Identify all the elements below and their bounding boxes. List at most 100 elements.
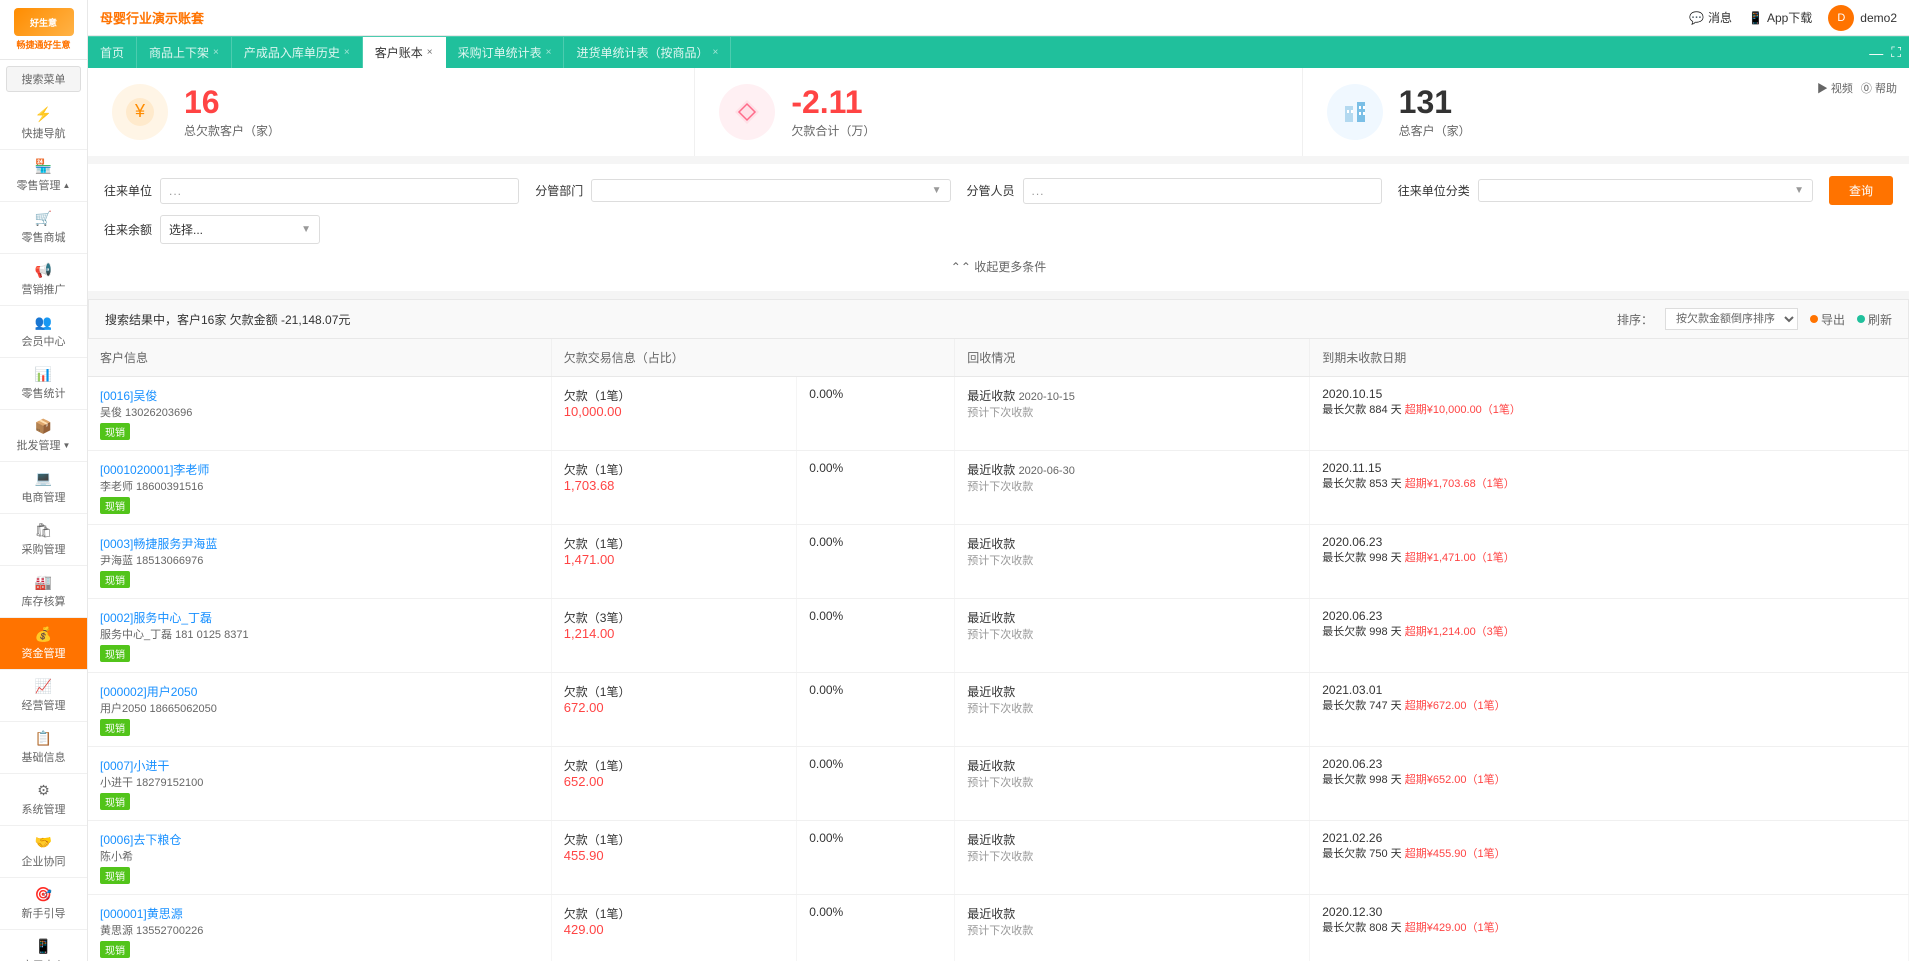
tab-customer-account[interactable]: 客户账本 × xyxy=(363,37,446,69)
customer-id-link[interactable]: [000001]黄思源 xyxy=(100,905,539,922)
overdue-amount-link[interactable]: 超期¥10,000.00（1笔） xyxy=(1405,404,1521,416)
predict-label: 预计下次收款 xyxy=(967,629,1033,641)
table-row: [0007]小进干 小进干 18279152100 现销 欠款（1笔） 652.… xyxy=(88,747,1909,821)
sidebar-item-member[interactable]: 👥 会员中心 xyxy=(0,306,87,358)
sidebar-item-label: 企业协同 xyxy=(4,853,83,869)
overdue-amount-link[interactable]: 超期¥1,471.00（1笔） xyxy=(1405,552,1515,564)
app-download-btn[interactable]: 📱 App下载 xyxy=(1748,9,1812,26)
export-btn[interactable]: 导出 xyxy=(1810,311,1845,328)
customer-id-link[interactable]: [0001020001]李老师 xyxy=(100,461,539,478)
sidebar-item-retail-stat[interactable]: 📊 零售统计 xyxy=(0,358,87,410)
tab-inventory-stat[interactable]: 进货单统计表（按商品） × xyxy=(564,37,731,69)
sort-select[interactable]: 按欠款金额倒序排序 xyxy=(1665,308,1798,330)
collection-cell: 最近收款 预计下次收款 xyxy=(955,525,1310,599)
search-menu-btn[interactable]: 搜索菜单 xyxy=(6,66,81,92)
customer-tag: 现销 xyxy=(100,497,130,514)
filter-collapse-btn[interactable]: ⌃⌃ 收起更多条件 xyxy=(104,254,1893,279)
sidebar-item-marketing[interactable]: 📢 营销推广 xyxy=(0,254,87,306)
overdue-amount-link[interactable]: 超期¥1,214.00（3笔） xyxy=(1405,626,1515,638)
tab-label: 采购订单统计表 xyxy=(458,44,542,61)
tab-close-icon[interactable]: × xyxy=(546,47,552,58)
customer-id-link[interactable]: [000002]用户2050 xyxy=(100,683,539,700)
sidebar-item-finance[interactable]: 💰 资金管理 xyxy=(0,618,87,670)
overdue-amount-link[interactable]: 超期¥429.00（1笔） xyxy=(1405,922,1506,934)
tabs-collapse-btn[interactable]: — xyxy=(1869,45,1883,61)
overdue-days: 最长欠款 853 天 超期¥1,703.68（1笔） xyxy=(1322,475,1896,491)
debt-amount[interactable]: 429.00 xyxy=(564,922,784,937)
basic-info-icon: 📋 xyxy=(4,730,83,747)
overdue-days: 最长欠款 884 天 超期¥10,000.00（1笔） xyxy=(1322,401,1896,417)
debt-percent: 0.00% xyxy=(809,609,843,623)
debt-amount[interactable]: 652.00 xyxy=(564,774,784,789)
sidebar-item-enterprise-collab[interactable]: 🤝 企业协同 xyxy=(0,826,87,878)
sidebar-item-inventory[interactable]: 🏭 库存核算 xyxy=(0,566,87,618)
filter-person-input[interactable]: ... xyxy=(1023,178,1382,204)
predict-label: 预计下次收款 xyxy=(967,851,1033,863)
tab-close-icon[interactable]: × xyxy=(427,47,433,58)
customer-id-link[interactable]: [0003]畅捷服务尹海蓝 xyxy=(100,535,539,552)
customer-tag: 现销 xyxy=(100,423,130,440)
overdue-amount-link[interactable]: 超期¥672.00（1笔） xyxy=(1405,700,1506,712)
due-date: 2020.06.23 xyxy=(1322,757,1896,771)
sidebar-item-batch-mgmt[interactable]: 📦 批发管理 ▼ xyxy=(0,410,87,462)
filter-unit: 往来单位 ... xyxy=(104,178,519,204)
user-menu[interactable]: D demo2 xyxy=(1828,5,1897,31)
collection-cell: 最近收款 2020-10-15 预计下次收款 xyxy=(955,377,1310,451)
tab-product-offline[interactable]: 商品上下架 × xyxy=(137,37,232,69)
predict-label: 预计下次收款 xyxy=(967,703,1033,715)
sidebar-item-newbie[interactable]: 🎯 新手引导 xyxy=(0,878,87,930)
tab-purchase-order[interactable]: 采购订单统计表 × xyxy=(446,37,565,69)
sidebar-item-app-center[interactable]: 📱 应用中心 xyxy=(0,930,87,961)
debt-percent-cell: 0.00% xyxy=(797,895,955,961)
refresh-btn[interactable]: 刷新 xyxy=(1857,311,1892,328)
overdue-amount-link[interactable]: 超期¥652.00（1笔） xyxy=(1405,774,1506,786)
sidebar-item-operation[interactable]: 📈 经营管理 xyxy=(0,670,87,722)
due-date-cell: 2020.10.15 最长欠款 884 天 超期¥10,000.00（1笔） xyxy=(1310,377,1909,451)
debt-amount[interactable]: 1,214.00 xyxy=(564,626,784,641)
message-btn[interactable]: 💬 消息 xyxy=(1689,9,1732,26)
sidebar-item-purchase[interactable]: 🛍 采购管理 xyxy=(0,514,87,566)
overdue-amount-link[interactable]: 超期¥455.90（1笔） xyxy=(1405,848,1506,860)
search-button[interactable]: 查询 xyxy=(1829,176,1893,205)
sidebar-item-system[interactable]: ⚙ 系统管理 xyxy=(0,774,87,826)
stat-icon-building xyxy=(1327,84,1383,140)
customer-id-link[interactable]: [0002]服务中心_丁磊 xyxy=(100,609,539,626)
tabs-expand-btn[interactable]: ⛶ xyxy=(1891,44,1901,61)
sidebar-item-ecommerce[interactable]: 💻 电商管理 xyxy=(0,462,87,514)
overdue-days: 最长欠款 750 天 超期¥455.90（1笔） xyxy=(1322,845,1896,861)
tab-home[interactable]: 首页 xyxy=(88,37,137,69)
debt-amount[interactable]: 1,703.68 xyxy=(564,478,784,493)
debt-amount[interactable]: 10,000.00 xyxy=(564,404,784,419)
svg-text:¥: ¥ xyxy=(134,101,146,121)
filter-balance-input[interactable]: 选择... ▼ xyxy=(160,215,320,244)
sidebar-item-retail-mall[interactable]: 🛒 零售商城 xyxy=(0,202,87,254)
customer-id-link[interactable]: [0007]小进干 xyxy=(100,757,539,774)
debt-amount[interactable]: 455.90 xyxy=(564,848,784,863)
filter-category-input[interactable]: ▼ xyxy=(1478,179,1813,202)
overdue-amount-link[interactable]: 超期¥1,703.68（1笔） xyxy=(1405,478,1515,490)
tab-product-history[interactable]: 产成品入库单历史 × xyxy=(232,37,363,69)
customer-id-link[interactable]: [0016]吴俊 xyxy=(100,387,539,404)
sidebar-item-quick-nav[interactable]: ⚡ 快捷导航 xyxy=(0,98,87,150)
filter-balance-label: 往来余额 xyxy=(104,221,152,238)
video-btn[interactable]: ▶ 视频 xyxy=(1817,80,1853,96)
tab-close-icon[interactable]: × xyxy=(344,47,350,58)
customer-id-link[interactable]: [0006]去下粮仓 xyxy=(100,831,539,848)
help-icon: ⓪ xyxy=(1861,83,1872,95)
filter-unit-input[interactable]: ... xyxy=(160,178,519,204)
help-btn[interactable]: ⓪ 帮助 xyxy=(1861,80,1897,96)
debt-amount[interactable]: 672.00 xyxy=(564,700,784,715)
filter-dept-input[interactable]: ▼ xyxy=(591,179,950,202)
due-date: 2020.11.15 xyxy=(1322,461,1896,475)
collection-cell: 最近收款 预计下次收款 xyxy=(955,673,1310,747)
debt-amount[interactable]: 1,471.00 xyxy=(564,552,784,567)
sidebar-item-basic-info[interactable]: 📋 基础信息 xyxy=(0,722,87,774)
tab-close-icon[interactable]: × xyxy=(213,47,219,58)
sidebar-item-retail-mgmt[interactable]: 🏪 零售管理 ▲ xyxy=(0,150,87,202)
due-date-cell: 2020.06.23 最长欠款 998 天 超期¥652.00（1笔） xyxy=(1310,747,1909,821)
ecommerce-icon: 💻 xyxy=(4,470,83,487)
debt-percent-cell: 0.00% xyxy=(797,451,955,525)
table-row: [0016]吴俊 吴俊 13026203696 现销 欠款（1笔） 10,000… xyxy=(88,377,1909,451)
col-header-debt-info: 欠款交易信息（占比） xyxy=(551,339,954,377)
tab-close-icon[interactable]: × xyxy=(712,47,718,58)
